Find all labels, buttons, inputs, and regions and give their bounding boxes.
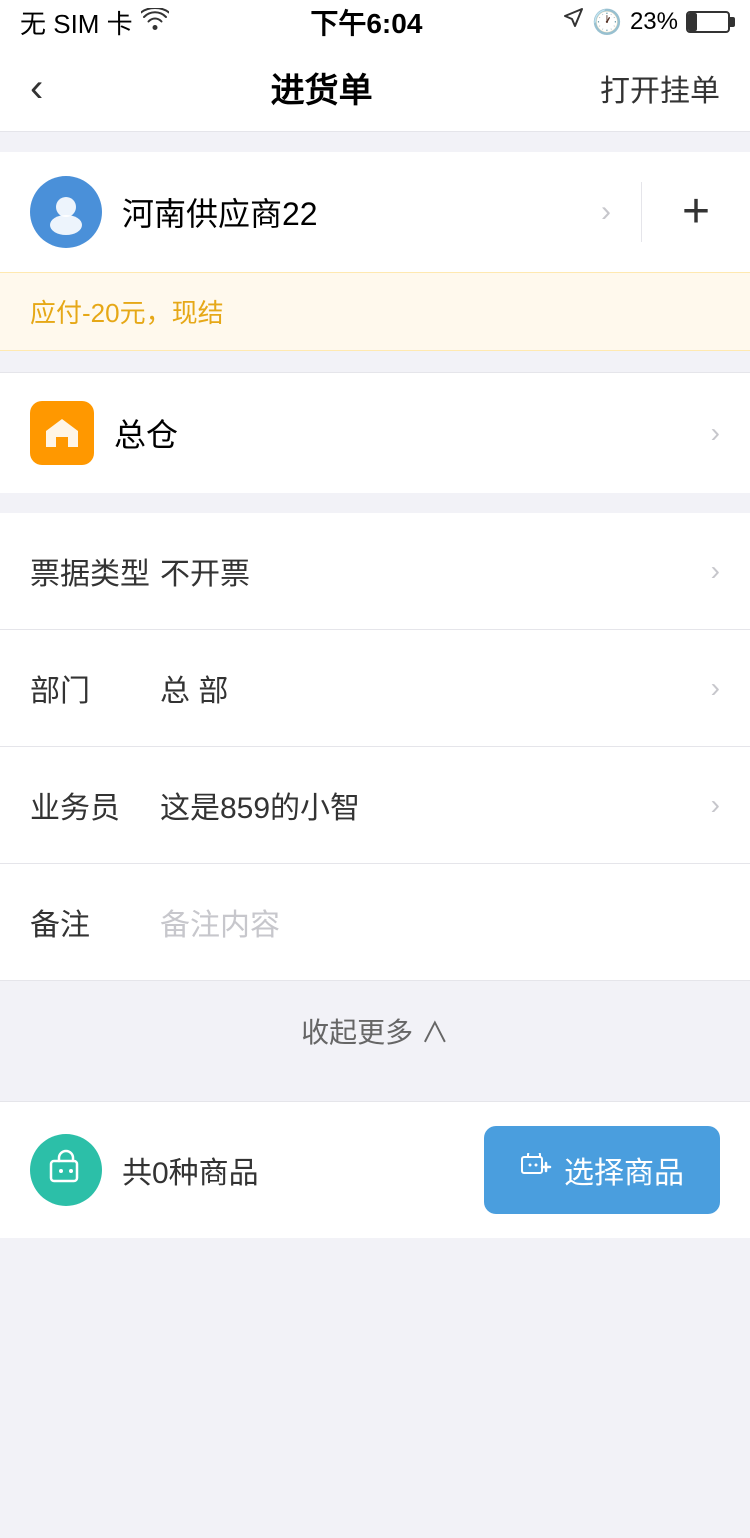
invoice-type-row[interactable]: 票据类型 不开票 › bbox=[0, 513, 750, 630]
salesperson-label: 业务员 bbox=[30, 783, 150, 827]
bottom-bar: 共0种商品 选择商品 bbox=[0, 1101, 750, 1238]
warehouse-chevron-icon: › bbox=[711, 417, 720, 449]
status-bar: 无 SIM 卡 下午6:04 🕐 23% bbox=[0, 0, 750, 44]
alarm-icon: 🕐 bbox=[592, 8, 622, 37]
location-icon bbox=[564, 8, 584, 37]
invoice-type-label: 票据类型 bbox=[30, 549, 150, 593]
add-supplier-button[interactable]: + bbox=[672, 188, 720, 236]
avatar-icon bbox=[41, 187, 91, 237]
invoice-type-value: 不开票 bbox=[150, 549, 711, 593]
salesperson-chevron-icon: › bbox=[711, 789, 720, 821]
remark-label: 备注 bbox=[30, 900, 150, 944]
status-left: 无 SIM 卡 bbox=[20, 4, 169, 41]
department-row[interactable]: 部门 总 部 › bbox=[0, 630, 750, 747]
salesperson-value: 这是859的小智 bbox=[150, 783, 711, 827]
open-pending-button[interactable]: 打开挂单 bbox=[600, 66, 720, 110]
battery-fill bbox=[688, 13, 697, 31]
supplier-avatar bbox=[30, 176, 102, 248]
warehouse-row[interactable]: 总仓 › bbox=[0, 372, 750, 493]
status-time: 下午6:04 bbox=[310, 2, 422, 42]
remark-row[interactable]: 备注 备注内容 bbox=[0, 864, 750, 980]
select-product-icon bbox=[520, 1153, 552, 1188]
carrier-label: 无 SIM 卡 bbox=[20, 4, 133, 41]
warehouse-icon bbox=[30, 401, 94, 465]
collapse-label[interactable]: 收起更多 ∧ bbox=[301, 1017, 449, 1048]
notice-text: 应付-20元，现结 bbox=[30, 298, 224, 328]
status-right: 🕐 23% bbox=[564, 8, 730, 37]
invoice-type-chevron-icon: › bbox=[711, 555, 720, 587]
supplier-divider bbox=[641, 182, 642, 242]
wifi-icon bbox=[141, 8, 169, 36]
nav-bar: ‹ 进货单 打开挂单 bbox=[0, 44, 750, 132]
section-gap-2 bbox=[0, 351, 750, 371]
section-gap-1 bbox=[0, 132, 750, 152]
product-count-label: 共0种商品 bbox=[122, 1148, 464, 1192]
battery-percent: 23% bbox=[630, 8, 678, 36]
form-section: 票据类型 不开票 › 部门 总 部 › 业务员 这是859的小智 › 备注 备注… bbox=[0, 513, 750, 980]
supplier-name[interactable]: 河南供应商22 bbox=[122, 189, 581, 235]
select-product-label: 选择商品 bbox=[564, 1148, 684, 1192]
warehouse-name: 总仓 bbox=[114, 410, 691, 456]
collapse-row[interactable]: 收起更多 ∧ bbox=[0, 980, 750, 1081]
remark-input[interactable]: 备注内容 bbox=[150, 900, 720, 944]
supplier-section: 河南供应商22 › + bbox=[0, 152, 750, 272]
page-title: 进货单 bbox=[271, 63, 373, 112]
back-button[interactable]: ‹ bbox=[30, 68, 43, 108]
select-product-button[interactable]: 选择商品 bbox=[484, 1126, 720, 1214]
supplier-chevron-icon: › bbox=[601, 195, 611, 229]
salesperson-row[interactable]: 业务员 这是859的小智 › bbox=[0, 747, 750, 864]
cart-icon-wrapper bbox=[30, 1134, 102, 1206]
page-background bbox=[0, 1238, 750, 1538]
department-chevron-icon: › bbox=[711, 672, 720, 704]
notice-banner: 应付-20元，现结 bbox=[0, 272, 750, 351]
department-value: 总 部 bbox=[150, 666, 711, 710]
department-label: 部门 bbox=[30, 666, 150, 710]
cart-icon bbox=[45, 1149, 87, 1191]
battery-icon bbox=[686, 11, 730, 33]
